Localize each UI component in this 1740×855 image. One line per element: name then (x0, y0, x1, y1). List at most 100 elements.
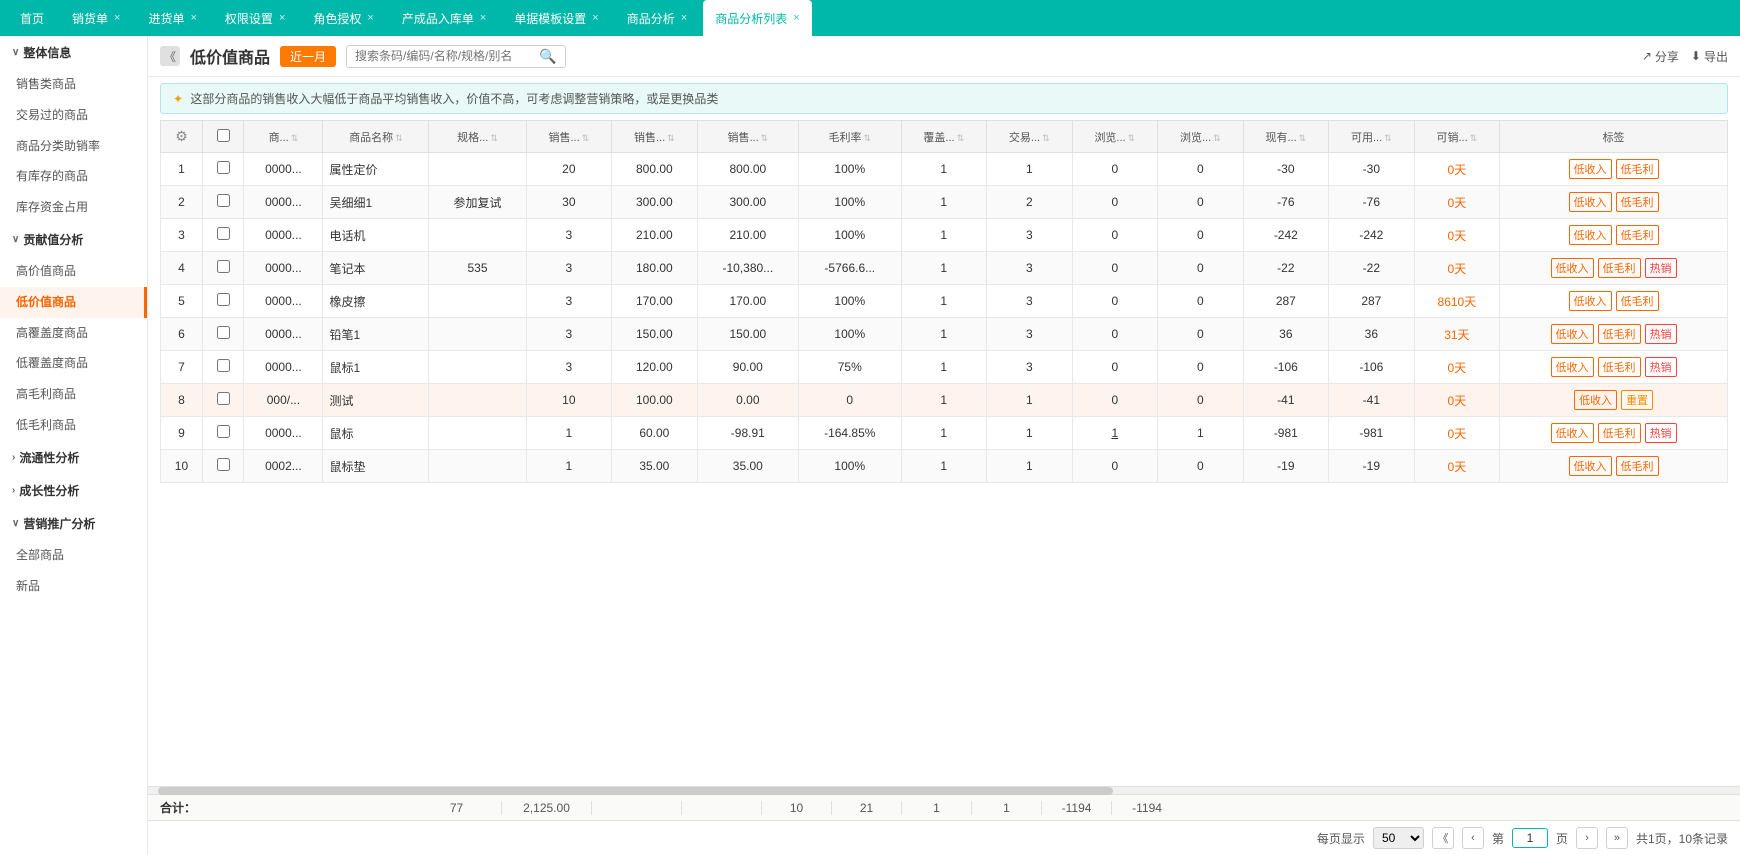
sidebar-item-high-margin[interactable]: 高毛利商品 (0, 379, 147, 410)
td-check[interactable] (202, 351, 243, 384)
close-icon[interactable]: × (793, 12, 799, 24)
th-sales-qty[interactable]: 销售...⇅ (526, 121, 612, 153)
th-checkbox[interactable] (202, 121, 243, 153)
td-browse1[interactable]: 0 (1072, 186, 1158, 219)
th-name[interactable]: 商品名称⇅ (323, 121, 429, 153)
gear-icon[interactable]: ⚙ (175, 128, 188, 144)
sidebar-item-category-sales-rate[interactable]: 商品分类助销率 (0, 131, 147, 162)
nav-home[interactable]: 首页 (8, 0, 56, 36)
th-browse2[interactable]: 浏览...⇅ (1158, 121, 1244, 153)
horizontal-scrollbar[interactable] (148, 786, 1740, 794)
row-checkbox[interactable] (217, 161, 230, 174)
next-page-button[interactable]: › (1576, 827, 1598, 849)
th-gear[interactable]: ⚙ (161, 121, 203, 153)
sidebar-item-sales-products[interactable]: 销售类商品 (0, 69, 147, 100)
sidebar-group-circulation[interactable]: › 流通性分析 (0, 441, 147, 474)
nav-permissions[interactable]: 权限设置 × (213, 0, 297, 36)
td-check[interactable] (202, 285, 243, 318)
sidebar-item-high-value[interactable]: 高价值商品 (0, 256, 147, 287)
nav-product-analysis-list[interactable]: 商品分析列表 × (703, 0, 811, 36)
td-browse1[interactable]: 0 (1072, 384, 1158, 417)
close-icon[interactable]: × (681, 12, 687, 24)
sidebar-item-high-coverage[interactable]: 高覆盖度商品 (0, 318, 147, 349)
nav-roles[interactable]: 角色授权 × (301, 0, 385, 36)
td-browse1[interactable]: 0 (1072, 252, 1158, 285)
sidebar-group-overall[interactable]: ∨ 整体信息 (0, 36, 147, 69)
td-check[interactable] (202, 417, 243, 450)
row-checkbox[interactable] (217, 227, 230, 240)
browse-link[interactable]: 1 (1111, 426, 1118, 440)
row-checkbox[interactable] (217, 194, 230, 207)
search-icon[interactable]: 🔍 (539, 48, 556, 65)
td-browse1[interactable]: 0 (1072, 219, 1158, 252)
td-browse1[interactable]: 0 (1072, 318, 1158, 351)
row-checkbox[interactable] (217, 293, 230, 306)
page-number-input[interactable] (1512, 828, 1548, 848)
th-coverage[interactable]: 覆盖...⇅ (901, 121, 987, 153)
td-check[interactable] (202, 252, 243, 285)
th-tags[interactable]: 标签 (1500, 121, 1728, 153)
select-all-checkbox[interactable] (217, 129, 230, 142)
sidebar-item-inventory-funds[interactable]: 库存资金占用 (0, 192, 147, 223)
sidebar-group-marketing[interactable]: ∨ 营销推广分析 (0, 507, 147, 540)
filter-button[interactable]: 近一月 (280, 46, 336, 67)
sidebar-item-all-products[interactable]: 全部商品 (0, 540, 147, 571)
td-check[interactable] (202, 318, 243, 351)
close-icon[interactable]: × (480, 12, 486, 24)
th-code[interactable]: 商...⇅ (244, 121, 323, 153)
nav-template[interactable]: 单据模板设置 × (502, 0, 610, 36)
close-icon[interactable]: × (114, 12, 120, 24)
nav-product-analysis[interactable]: 商品分析 × (615, 0, 699, 36)
sidebar-item-stocked-products[interactable]: 有库存的商品 (0, 161, 147, 192)
td-browse1[interactable]: 1 (1072, 417, 1158, 450)
td-browse1[interactable]: 0 (1072, 153, 1158, 186)
th-sales-amount2[interactable]: 销售...⇅ (697, 121, 798, 153)
th-spec[interactable]: 规格...⇅ (429, 121, 526, 153)
sidebar-item-low-margin[interactable]: 低毛利商品 (0, 410, 147, 441)
export-button[interactable]: ⬇ 导出 (1691, 48, 1728, 65)
page-size-select[interactable]: 50 100 200 (1373, 827, 1424, 849)
th-days[interactable]: 可销...⇅ (1414, 121, 1500, 153)
share-button[interactable]: ↗ 分享 (1642, 48, 1679, 65)
nav-sales[interactable]: 销货单 × (60, 0, 132, 36)
sidebar-item-new-products[interactable]: 新品 (0, 571, 147, 602)
td-check[interactable] (202, 384, 243, 417)
nav-purchase[interactable]: 进货单 × (136, 0, 208, 36)
row-checkbox[interactable] (217, 425, 230, 438)
sidebar-item-traded-products[interactable]: 交易过的商品 (0, 100, 147, 131)
sidebar-group-growth[interactable]: › 成长性分析 (0, 474, 147, 507)
scroll-thumb[interactable] (158, 787, 1113, 795)
row-checkbox[interactable] (217, 392, 230, 405)
nav-stock-in[interactable]: 产成品入库单 × (390, 0, 498, 36)
td-browse1[interactable]: 0 (1072, 450, 1158, 483)
sidebar-group-contribution[interactable]: ∨ 贡献值分析 (0, 223, 147, 256)
th-margin[interactable]: 毛利率⇅ (799, 121, 901, 153)
close-icon[interactable]: × (592, 12, 598, 24)
th-browse1[interactable]: 浏览...⇅ (1072, 121, 1158, 153)
search-input[interactable] (355, 49, 535, 63)
row-checkbox[interactable] (217, 260, 230, 273)
last-page-button[interactable]: » (1606, 827, 1628, 849)
row-checkbox[interactable] (217, 326, 230, 339)
row-checkbox[interactable] (217, 359, 230, 372)
close-icon[interactable]: × (279, 12, 285, 24)
th-stock[interactable]: 现有...⇅ (1243, 121, 1329, 153)
close-icon[interactable]: × (190, 12, 196, 24)
row-checkbox[interactable] (217, 458, 230, 471)
close-icon[interactable]: × (367, 12, 373, 24)
first-page-button[interactable]: 《 (1432, 827, 1454, 849)
prev-page-button[interactable]: ‹ (1462, 827, 1484, 849)
td-browse1[interactable]: 0 (1072, 285, 1158, 318)
td-check[interactable] (202, 450, 243, 483)
td-check[interactable] (202, 153, 243, 186)
sidebar-item-low-coverage[interactable]: 低覆盖度商品 (0, 348, 147, 379)
sidebar-item-low-value[interactable]: 低价值商品 (0, 287, 147, 318)
th-trade[interactable]: 交易...⇅ (987, 121, 1073, 153)
collapse-button[interactable]: 《 (160, 46, 180, 66)
td-check[interactable] (202, 219, 243, 252)
td-browse1[interactable]: 0 (1072, 351, 1158, 384)
th-sales-amount1[interactable]: 销售...⇅ (612, 121, 698, 153)
th-avail[interactable]: 可用...⇅ (1329, 121, 1415, 153)
td-check[interactable] (202, 186, 243, 219)
table-container[interactable]: ⚙ 商...⇅ 商品名称⇅ 规格...⇅ 销售...⇅ 销售...⇅ 销售...… (160, 120, 1728, 786)
